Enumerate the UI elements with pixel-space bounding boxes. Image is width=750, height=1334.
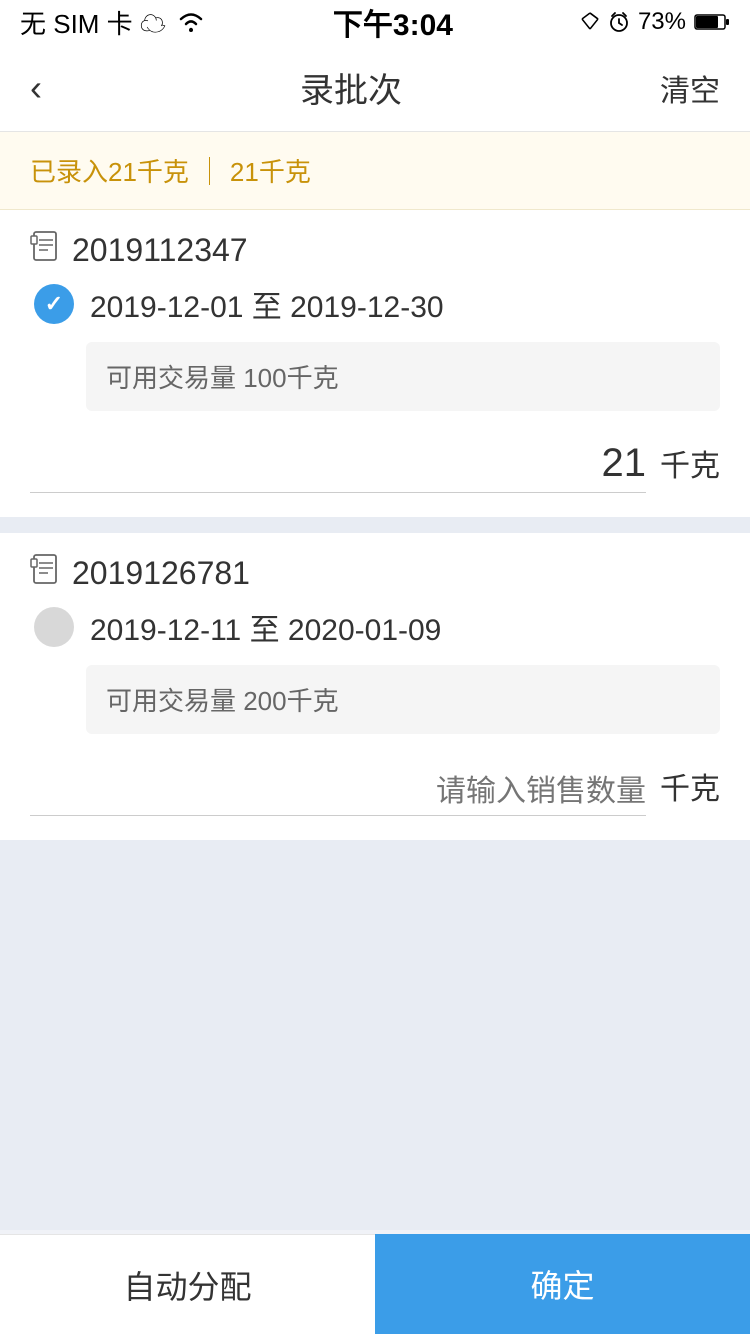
batch-1-date-row[interactable]: ✓ 2019-12-01 至 2019-12-30 [30, 282, 720, 326]
section-divider-1 [0, 517, 750, 533]
location-icon [580, 11, 600, 33]
status-time: 下午3:04 [333, 0, 453, 44]
batch-1-qty: 21 [602, 441, 647, 492]
content-spacer [0, 840, 750, 1230]
batch-2-unit: 千克 [660, 764, 720, 816]
batch-2-date: 2019-12-11 至 2020-01-09 [90, 605, 441, 649]
battery-icon [694, 13, 730, 31]
batch-1-date: 2019-12-01 至 2019-12-30 [90, 282, 444, 326]
info-banner: 已录入21千克 21千克 [0, 132, 750, 210]
batch-2-icon [30, 553, 62, 593]
info-divider [209, 157, 210, 185]
batch-2-date-row[interactable]: 2019-12-11 至 2020-01-09 [30, 605, 720, 649]
batch-1-id: 2019112347 [72, 232, 248, 269]
alarm-icon [608, 11, 630, 33]
batch-2-qty-input[interactable] [30, 775, 646, 815]
sim-label: 无 SIM 卡 ☁ [20, 4, 166, 41]
confirm-button[interactable]: 确定 [375, 1234, 750, 1334]
batch-2-id: 2019126781 [72, 555, 250, 592]
status-left: 无 SIM 卡 ☁ [20, 4, 206, 41]
nav-bar: ‹ 录批次 清空 [0, 44, 750, 132]
batch-1-available: 可用交易量 100千克 [86, 342, 720, 411]
batch-2-checkbox[interactable] [34, 607, 74, 647]
batch-1-header: 2019112347 [30, 230, 720, 270]
status-bar: 无 SIM 卡 ☁ 下午3:04 73% [0, 0, 750, 44]
page-title: 录批次 [300, 63, 402, 112]
clear-button[interactable]: 清空 [660, 66, 720, 110]
batch-2-header: 2019126781 [30, 553, 720, 593]
status-right: 73% [580, 8, 730, 36]
back-button[interactable]: ‹ [30, 67, 42, 109]
bottom-bar: 自动分配 确定 [0, 1234, 750, 1334]
batch-1-unit: 千克 [660, 441, 720, 493]
wifi-icon [176, 11, 206, 33]
checkmark-icon: ✓ [45, 291, 63, 317]
auto-distribute-button[interactable]: 自动分配 [0, 1234, 375, 1334]
info-label: 已录入21千克 [30, 152, 189, 189]
batch-item-2: 2019126781 2019-12-11 至 2020-01-09 可用交易量… [0, 533, 750, 734]
battery-percent: 73% [638, 8, 686, 36]
batch-1-checkbox[interactable]: ✓ [34, 284, 74, 324]
batch-1-icon [30, 230, 62, 270]
batch-2-available: 可用交易量 200千克 [86, 665, 720, 734]
info-value: 21千克 [230, 152, 311, 189]
batch-item-1: 2019112347 ✓ 2019-12-01 至 2019-12-30 可用交… [0, 210, 750, 411]
